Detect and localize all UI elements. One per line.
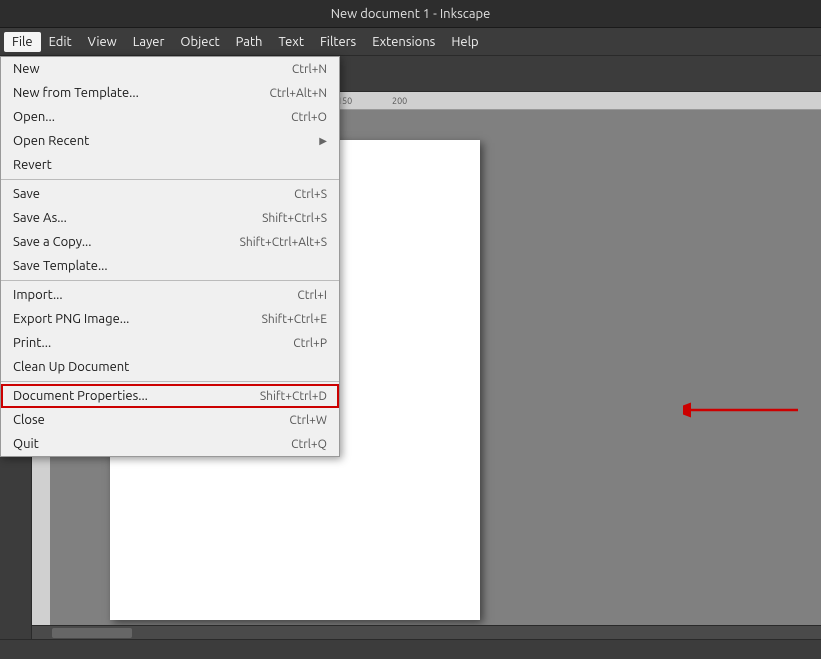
menu-item-import[interactable]: Import... Ctrl+I — [1, 283, 339, 307]
window-title: New document 1 - Inkscape — [331, 7, 491, 21]
menu-item-save[interactable]: Save Ctrl+S — [1, 182, 339, 206]
file-menu-dropdown: New Ctrl+N New from Template... Ctrl+Alt… — [0, 56, 340, 457]
menu-view[interactable]: View — [80, 32, 125, 52]
menu-item-close[interactable]: Close Ctrl+W — [1, 408, 339, 432]
menu-object[interactable]: Object — [172, 32, 227, 52]
status-bar — [0, 639, 821, 659]
submenu-arrow-icon: ▶ — [319, 135, 327, 147]
menu-item-new-from-template[interactable]: New from Template... Ctrl+Alt+N — [1, 81, 339, 105]
menu-bar: File Edit View Layer Object Path Text Fi… — [0, 28, 821, 56]
title-bar: New document 1 - Inkscape — [0, 0, 821, 28]
separator-2 — [1, 280, 339, 281]
menu-item-new[interactable]: New Ctrl+N — [1, 57, 339, 81]
menu-extensions[interactable]: Extensions — [364, 32, 443, 52]
separator-3 — [1, 381, 339, 382]
menu-item-save-as[interactable]: Save As... Shift+Ctrl+S — [1, 206, 339, 230]
menu-file[interactable]: File — [4, 32, 41, 52]
menu-item-print[interactable]: Print... Ctrl+P — [1, 331, 339, 355]
separator-1 — [1, 179, 339, 180]
svg-text:200: 200 — [392, 96, 407, 106]
menu-item-revert[interactable]: Revert — [1, 153, 339, 177]
menu-path[interactable]: Path — [228, 32, 271, 52]
h-scrollbar[interactable] — [32, 625, 821, 639]
menu-item-document-properties[interactable]: Document Properties... Shift+Ctrl+D — [1, 384, 339, 408]
menu-item-cleanup[interactable]: Clean Up Document — [1, 355, 339, 379]
menu-item-quit[interactable]: Quit Ctrl+Q — [1, 432, 339, 456]
menu-item-save-copy[interactable]: Save a Copy... Shift+Ctrl+Alt+S — [1, 230, 339, 254]
menu-text[interactable]: Text — [270, 32, 311, 52]
menu-item-open[interactable]: Open... Ctrl+O — [1, 105, 339, 129]
menu-filters[interactable]: Filters — [312, 32, 364, 52]
menu-item-open-recent[interactable]: Open Recent ▶ — [1, 129, 339, 153]
menu-edit[interactable]: Edit — [41, 32, 80, 52]
scrollbar-thumb[interactable] — [52, 628, 132, 638]
menu-item-save-template[interactable]: Save Template... — [1, 254, 339, 278]
menu-item-export-png[interactable]: Export PNG Image... Shift+Ctrl+E — [1, 307, 339, 331]
menu-layer[interactable]: Layer — [125, 32, 173, 52]
menu-help[interactable]: Help — [443, 32, 486, 52]
